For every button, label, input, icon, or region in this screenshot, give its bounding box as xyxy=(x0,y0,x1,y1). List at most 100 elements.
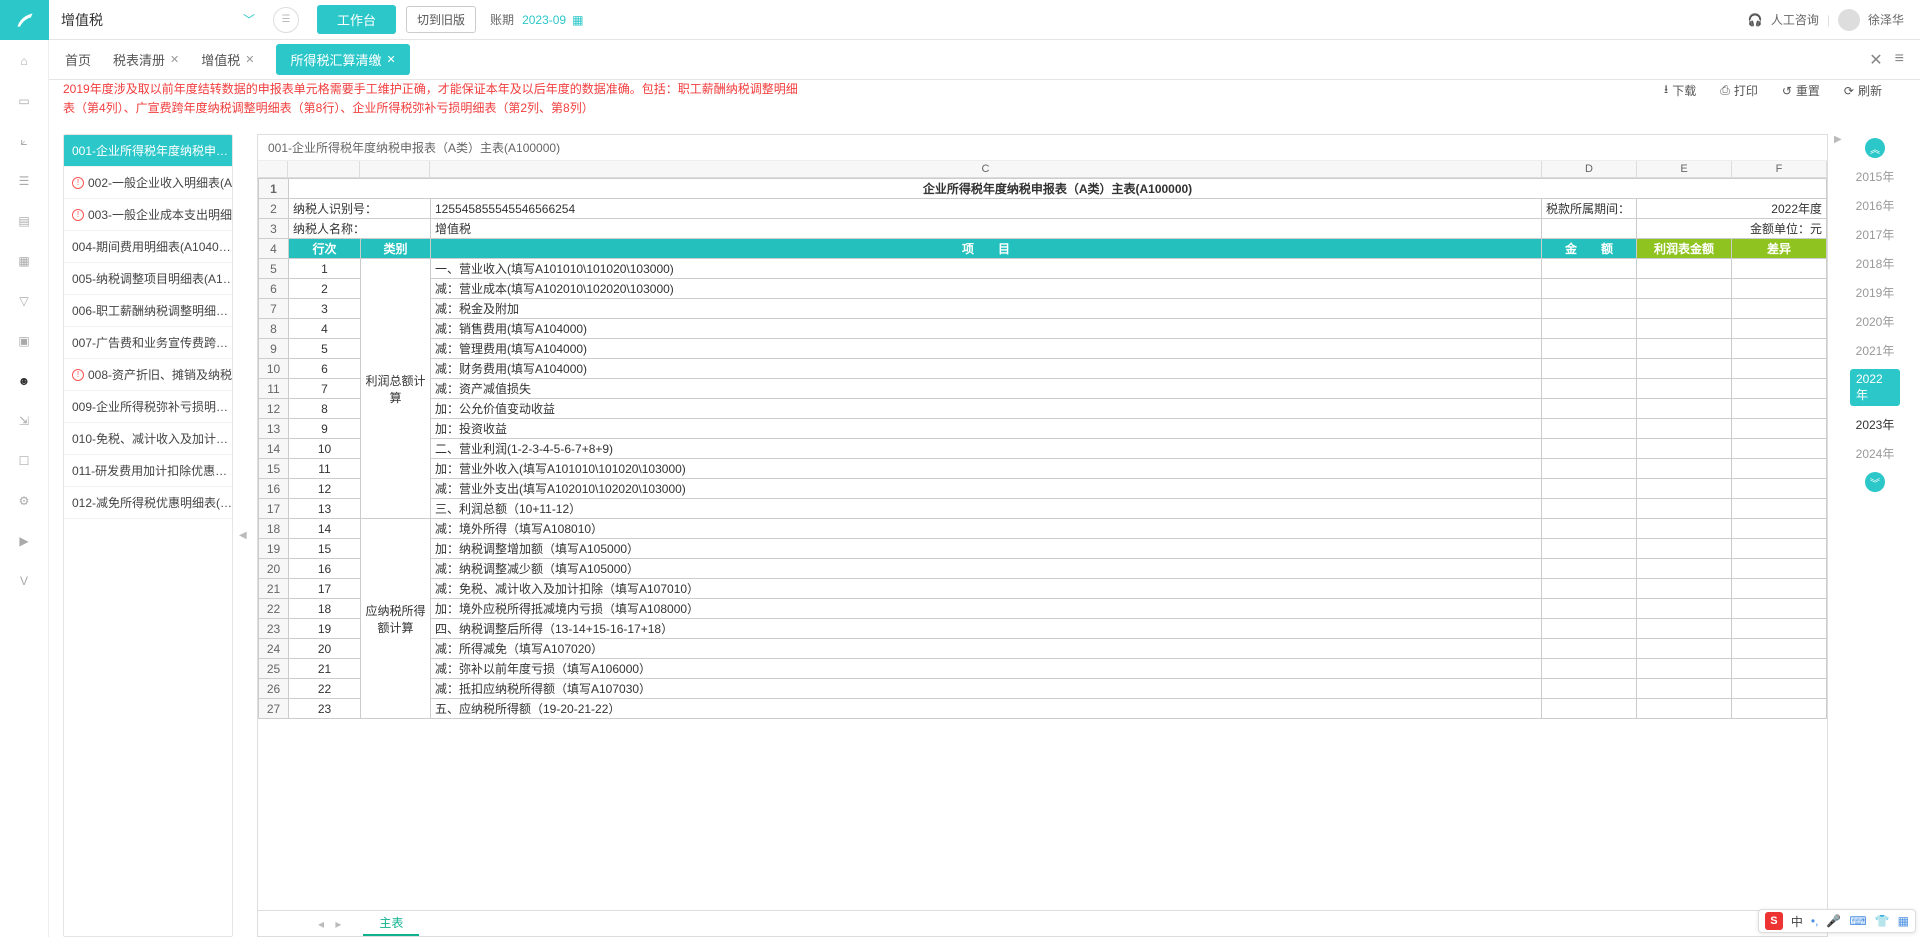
close-icon[interactable]: ✕ xyxy=(170,53,179,66)
cell-plamount[interactable] xyxy=(1637,299,1732,319)
cell-plamount[interactable] xyxy=(1637,419,1732,439)
form-list-item[interactable]: 009-企业所得税弥补亏损明… xyxy=(64,391,232,423)
cell-diff[interactable] xyxy=(1732,539,1827,559)
expand-handle-icon[interactable]: ▶ xyxy=(1834,134,1844,145)
cell-diff[interactable] xyxy=(1732,639,1827,659)
cell-amount[interactable] xyxy=(1542,419,1637,439)
year-option[interactable]: 2022年 xyxy=(1850,369,1900,406)
close-all-icon[interactable]: ✕ xyxy=(1869,50,1882,70)
refresh-button[interactable]: ⟳ 刷新 xyxy=(1844,80,1882,101)
form-list-item[interactable]: 005-纳税调整项目明细表(A1… xyxy=(64,263,232,295)
play-icon[interactable]: ▶ xyxy=(15,532,33,550)
year-option[interactable]: 2018年 xyxy=(1852,253,1899,274)
cell-diff[interactable] xyxy=(1732,679,1827,699)
ime-toolbar[interactable]: S 中 •, 🎤 ⌨ 👕 ▦ xyxy=(1758,909,1916,933)
cell-amount[interactable] xyxy=(1542,319,1637,339)
cell-plamount[interactable] xyxy=(1637,519,1732,539)
form-list-item[interactable]: 011-研发费用加计扣除优惠… xyxy=(64,455,232,487)
doc-icon[interactable]: ▭ xyxy=(15,92,33,110)
cell-diff[interactable] xyxy=(1732,259,1827,279)
cell-diff[interactable] xyxy=(1732,359,1827,379)
sheet-tab-main[interactable]: 主表 xyxy=(363,911,419,936)
year-option[interactable]: 2023年 xyxy=(1852,414,1899,435)
sheet-nav-arrows[interactable]: ◂ ▸ xyxy=(318,917,345,931)
year-option[interactable]: 2019年 xyxy=(1852,282,1899,303)
cell-diff[interactable] xyxy=(1732,279,1827,299)
export-icon[interactable]: ⇲ xyxy=(15,412,33,430)
cell-amount[interactable] xyxy=(1542,379,1637,399)
cell-amount[interactable] xyxy=(1542,539,1637,559)
cell-plamount[interactable] xyxy=(1637,339,1732,359)
avatar[interactable] xyxy=(1838,9,1860,31)
calc-icon[interactable]: ▦ xyxy=(15,252,33,270)
cell-amount[interactable] xyxy=(1542,459,1637,479)
v-icon[interactable]: V xyxy=(15,572,33,590)
cell-amount[interactable] xyxy=(1542,599,1637,619)
form-list-item[interactable]: 006-职工薪酬纳税调整明细… xyxy=(64,295,232,327)
cell-amount[interactable] xyxy=(1542,619,1637,639)
ime-tool-icon[interactable]: ▦ xyxy=(1898,914,1909,928)
cell-plamount[interactable] xyxy=(1637,599,1732,619)
overflow-icon[interactable]: ≡ xyxy=(1895,50,1904,70)
consult-link[interactable]: 人工咨询 xyxy=(1771,11,1819,28)
home-icon[interactable]: ⌂ xyxy=(15,52,33,70)
cell-diff[interactable] xyxy=(1732,299,1827,319)
cell-plamount[interactable] xyxy=(1637,399,1732,419)
year-option[interactable]: 2021年 xyxy=(1852,340,1899,361)
tab-所得税汇算清缴[interactable]: 所得税汇算清缴✕ xyxy=(276,44,409,75)
cell-plamount[interactable] xyxy=(1637,699,1732,719)
cell-amount[interactable] xyxy=(1542,499,1637,519)
form-list-item[interactable]: 010-免税、减计收入及加计… xyxy=(64,423,232,455)
cell-plamount[interactable] xyxy=(1637,539,1732,559)
cell-plamount[interactable] xyxy=(1637,679,1732,699)
cell-plamount[interactable] xyxy=(1637,279,1732,299)
doc-icon-button[interactable]: ☰ xyxy=(273,7,299,33)
cell-diff[interactable] xyxy=(1732,419,1827,439)
cell-plamount[interactable] xyxy=(1637,359,1732,379)
cell-amount[interactable] xyxy=(1542,279,1637,299)
form-list-item[interactable]: !003-一般企业成本支出明细… xyxy=(64,199,232,231)
cell-diff[interactable] xyxy=(1732,459,1827,479)
ime-mic-icon[interactable]: 🎤 xyxy=(1826,914,1841,928)
cell-amount[interactable] xyxy=(1542,479,1637,499)
form-list-item[interactable]: 001-企业所得税年度纳税申… xyxy=(64,135,232,167)
cell-amount[interactable] xyxy=(1542,679,1637,699)
cell-diff[interactable] xyxy=(1732,659,1827,679)
ime-punct-icon[interactable]: •, xyxy=(1811,914,1819,928)
cell-amount[interactable] xyxy=(1542,579,1637,599)
cell-plamount[interactable] xyxy=(1637,579,1732,599)
cell-amount[interactable] xyxy=(1542,399,1637,419)
cell-amount[interactable] xyxy=(1542,639,1637,659)
cell-amount[interactable] xyxy=(1542,699,1637,719)
period-picker[interactable]: 2023-09 ▦ xyxy=(522,13,583,27)
cell-diff[interactable] xyxy=(1732,559,1827,579)
cell-amount[interactable] xyxy=(1542,559,1637,579)
year-option[interactable]: 2016年 xyxy=(1852,195,1899,216)
company-selector[interactable]: 增值税 ﹀ xyxy=(61,10,255,30)
cell-plamount[interactable] xyxy=(1637,439,1732,459)
ime-skin-icon[interactable]: 👕 xyxy=(1875,914,1890,928)
cell-plamount[interactable] xyxy=(1637,559,1732,579)
face-icon[interactable]: ☻ xyxy=(15,372,33,390)
cell-diff[interactable] xyxy=(1732,619,1827,639)
cell-amount[interactable] xyxy=(1542,299,1637,319)
print-button[interactable]: ⎙ 打印 xyxy=(1720,80,1758,101)
cell-plamount[interactable] xyxy=(1637,639,1732,659)
form-list-item[interactable]: 004-期间费用明细表(A1040… xyxy=(64,231,232,263)
cell-amount[interactable] xyxy=(1542,519,1637,539)
shirt-icon[interactable]: ▽ xyxy=(15,292,33,310)
cell-plamount[interactable] xyxy=(1637,499,1732,519)
scroll-down-icon[interactable]: ︾ xyxy=(1865,472,1885,492)
form-list-item[interactable]: 012-减免所得税优惠明细表(… xyxy=(64,487,232,519)
grid-icon[interactable]: ▣ xyxy=(15,332,33,350)
scroll-up-icon[interactable]: ︽ xyxy=(1865,138,1885,158)
tab-首页[interactable]: 首页 xyxy=(65,50,91,69)
cell-diff[interactable] xyxy=(1732,519,1827,539)
cell-amount[interactable] xyxy=(1542,359,1637,379)
year-option[interactable]: 2015年 xyxy=(1852,166,1899,187)
cell-diff[interactable] xyxy=(1732,479,1827,499)
cell-diff[interactable] xyxy=(1732,599,1827,619)
download-button[interactable]: ⭳ 下载 xyxy=(1664,80,1696,101)
cell-diff[interactable] xyxy=(1732,699,1827,719)
cell-diff[interactable] xyxy=(1732,579,1827,599)
